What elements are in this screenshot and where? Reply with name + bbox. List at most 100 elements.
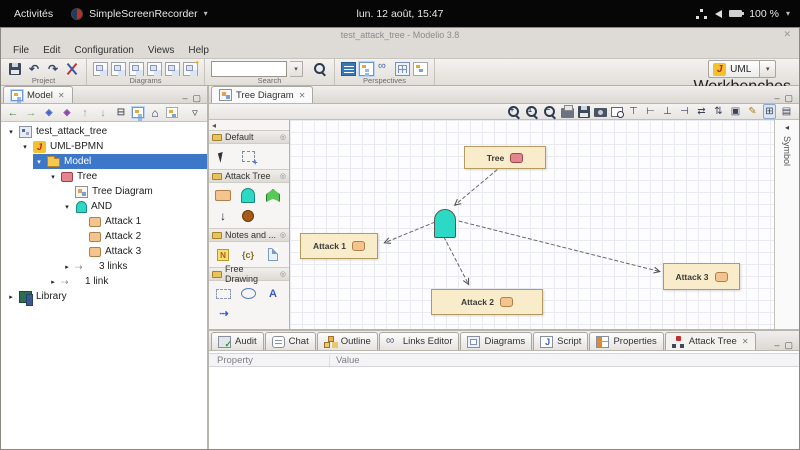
align-left-icon[interactable]: ⊢ [644, 105, 657, 118]
tree-item-tree-diagram[interactable]: Tree Diagram [1, 184, 207, 199]
window-close-icon[interactable]: ✕ [783, 29, 791, 40]
undo-button[interactable]: ↶ [26, 61, 42, 76]
workbench-selector[interactable]: J UML [708, 60, 760, 78]
tree-item-model[interactable]: ▾Model [1, 154, 207, 169]
close-icon[interactable]: ✕ [58, 91, 65, 100]
attack-node-tool[interactable] [211, 186, 235, 205]
node-tree[interactable]: Tree [464, 146, 546, 169]
text-tool[interactable]: A [261, 284, 285, 303]
zoom-in-icon[interactable]: + [507, 105, 521, 119]
package-diagram-icon[interactable] [111, 62, 126, 76]
palette-group-free-drawing[interactable]: Free Drawing ◎ [209, 267, 289, 281]
column-value[interactable]: Value [329, 355, 799, 366]
search-dropdown-button[interactable]: ▾ [290, 61, 303, 77]
dictionary-view-icon[interactable] [413, 62, 428, 76]
view-menu-icon[interactable]: ▽ [188, 109, 202, 117]
pin-icon[interactable]: ◎ [280, 231, 286, 239]
zoom-100-icon[interactable]: 1 [525, 105, 539, 119]
tree-item-3-links[interactable]: ▸⇢3 links [1, 259, 207, 274]
window-titlebar[interactable]: test_attack_tree - Modelio 3.8 ✕ [1, 28, 799, 42]
tab-chat[interactable]: Chat [265, 332, 316, 350]
tab-script[interactable]: Script [533, 332, 588, 350]
maximize-icon[interactable]: ▢ [784, 340, 793, 350]
column-property[interactable]: Property [209, 355, 329, 366]
tab-diagrams[interactable]: Diagrams [460, 332, 532, 350]
same-size-icon[interactable]: ▣ [729, 105, 742, 118]
node-attack-2[interactable]: Attack 2 [431, 289, 543, 315]
node-attack-3[interactable]: Attack 3 [663, 263, 740, 290]
deployment-diagram-icon[interactable] [147, 62, 162, 76]
expander-icon[interactable]: ▸ [47, 278, 59, 286]
save-image-icon[interactable] [578, 106, 590, 118]
node-attack-1[interactable]: Attack 1 [300, 233, 378, 259]
expander-icon[interactable]: ▾ [33, 158, 45, 166]
tree-item-tree[interactable]: ▾Tree [1, 169, 207, 184]
tab-outline[interactable]: Outline [317, 332, 378, 350]
note-tool[interactable]: N [211, 245, 235, 264]
usecase-diagram-icon[interactable] [129, 62, 144, 76]
menu-configuration[interactable]: Configuration [68, 44, 139, 57]
redo-button[interactable]: ↷ [45, 61, 61, 76]
expander-icon[interactable]: ▸ [61, 263, 73, 271]
palette-collapse-button[interactable]: ◂ [209, 120, 289, 130]
tree-item-1-link[interactable]: ▸⇢1 link [1, 274, 207, 289]
nav-back-icon[interactable]: ← [6, 107, 20, 119]
minimize-icon[interactable]: – [774, 340, 779, 350]
close-icon[interactable]: ✕ [742, 337, 749, 346]
system-tray[interactable]: 100 % ▾ [696, 8, 800, 20]
menu-views[interactable]: Views [142, 44, 181, 57]
tree-item-attack-3[interactable]: Attack 3 [1, 244, 207, 259]
new-diagram-icon[interactable] [183, 62, 198, 76]
page-layout-icon[interactable]: ▤ [780, 105, 793, 118]
distribute-vertical-icon[interactable]: ⇅ [712, 105, 725, 118]
class-diagram-icon[interactable] [93, 62, 108, 76]
ellipse-tool[interactable] [236, 284, 260, 303]
app-indicator-button[interactable]: SimpleScreenRecorder ▾ [71, 8, 208, 20]
tab-audit[interactable]: Audit [211, 332, 264, 350]
save-button[interactable] [7, 61, 23, 76]
or-gate-tool[interactable] [261, 186, 285, 205]
maximize-icon[interactable]: ▢ [784, 93, 793, 103]
expander-icon[interactable]: ▾ [47, 173, 59, 181]
previous-element-icon[interactable]: ◈ [42, 107, 56, 118]
fit-to-window-icon[interactable] [611, 107, 623, 117]
model-explorer-icon[interactable] [341, 62, 356, 76]
symbol-panel-collapsed[interactable]: ◂ Symbol [774, 120, 799, 329]
node-and-gate[interactable] [434, 209, 456, 238]
constraint-tool[interactable]: {c} [236, 245, 260, 264]
style-painter-icon[interactable]: ✎ [746, 105, 759, 118]
marquee-tool[interactable] [236, 147, 260, 166]
maximize-icon[interactable]: ▢ [192, 93, 201, 103]
expander-icon[interactable]: ▾ [19, 143, 31, 151]
property-table-body[interactable] [209, 367, 799, 449]
select-tool[interactable] [211, 147, 235, 166]
align-top-icon[interactable]: ⊤ [627, 105, 640, 118]
expander-icon[interactable]: ▸ [5, 293, 17, 301]
palette-group-default[interactable]: Default ◎ [209, 130, 289, 144]
workbench-dropdown-button[interactable]: ▾ [760, 60, 776, 78]
links-view-icon[interactable] [377, 62, 392, 76]
line-tool[interactable]: ⇢ [211, 304, 235, 323]
pin-icon[interactable]: ◎ [280, 270, 286, 278]
rectangle-tool[interactable] [211, 284, 235, 303]
nav-forward-icon[interactable]: → [24, 107, 38, 119]
tree-item-uml-bpmn[interactable]: ▾JUML-BPMN [1, 139, 207, 154]
tree-item-test-attack-tree[interactable]: ▾test_attack_tree [1, 124, 207, 139]
configure-project-button[interactable] [64, 61, 80, 76]
palette-group-attack-tree[interactable]: Attack Tree ◎ [209, 169, 289, 183]
menu-edit[interactable]: Edit [37, 44, 66, 57]
activities-button[interactable]: Activités [10, 6, 57, 22]
menu-file[interactable]: File [7, 44, 35, 57]
tree-item-library[interactable]: ▸Library [1, 289, 207, 304]
clock-button[interactable]: lun. 12 août, 15:47 [357, 0, 444, 27]
grid-toggle-icon[interactable]: ⊞ [763, 104, 776, 119]
distribute-horizontal-icon[interactable]: ⇄ [695, 105, 708, 118]
move-up-icon[interactable]: ↑ [78, 107, 92, 119]
link-tool[interactable]: ↓ [211, 206, 235, 225]
pin-icon[interactable]: ◎ [280, 172, 286, 180]
sequence-diagram-icon[interactable] [165, 62, 180, 76]
align-bottom-icon[interactable]: ⊥ [661, 105, 674, 118]
search-button[interactable] [312, 61, 328, 76]
print-icon[interactable] [561, 108, 574, 118]
tab-model[interactable]: Model ✕ [3, 86, 73, 103]
